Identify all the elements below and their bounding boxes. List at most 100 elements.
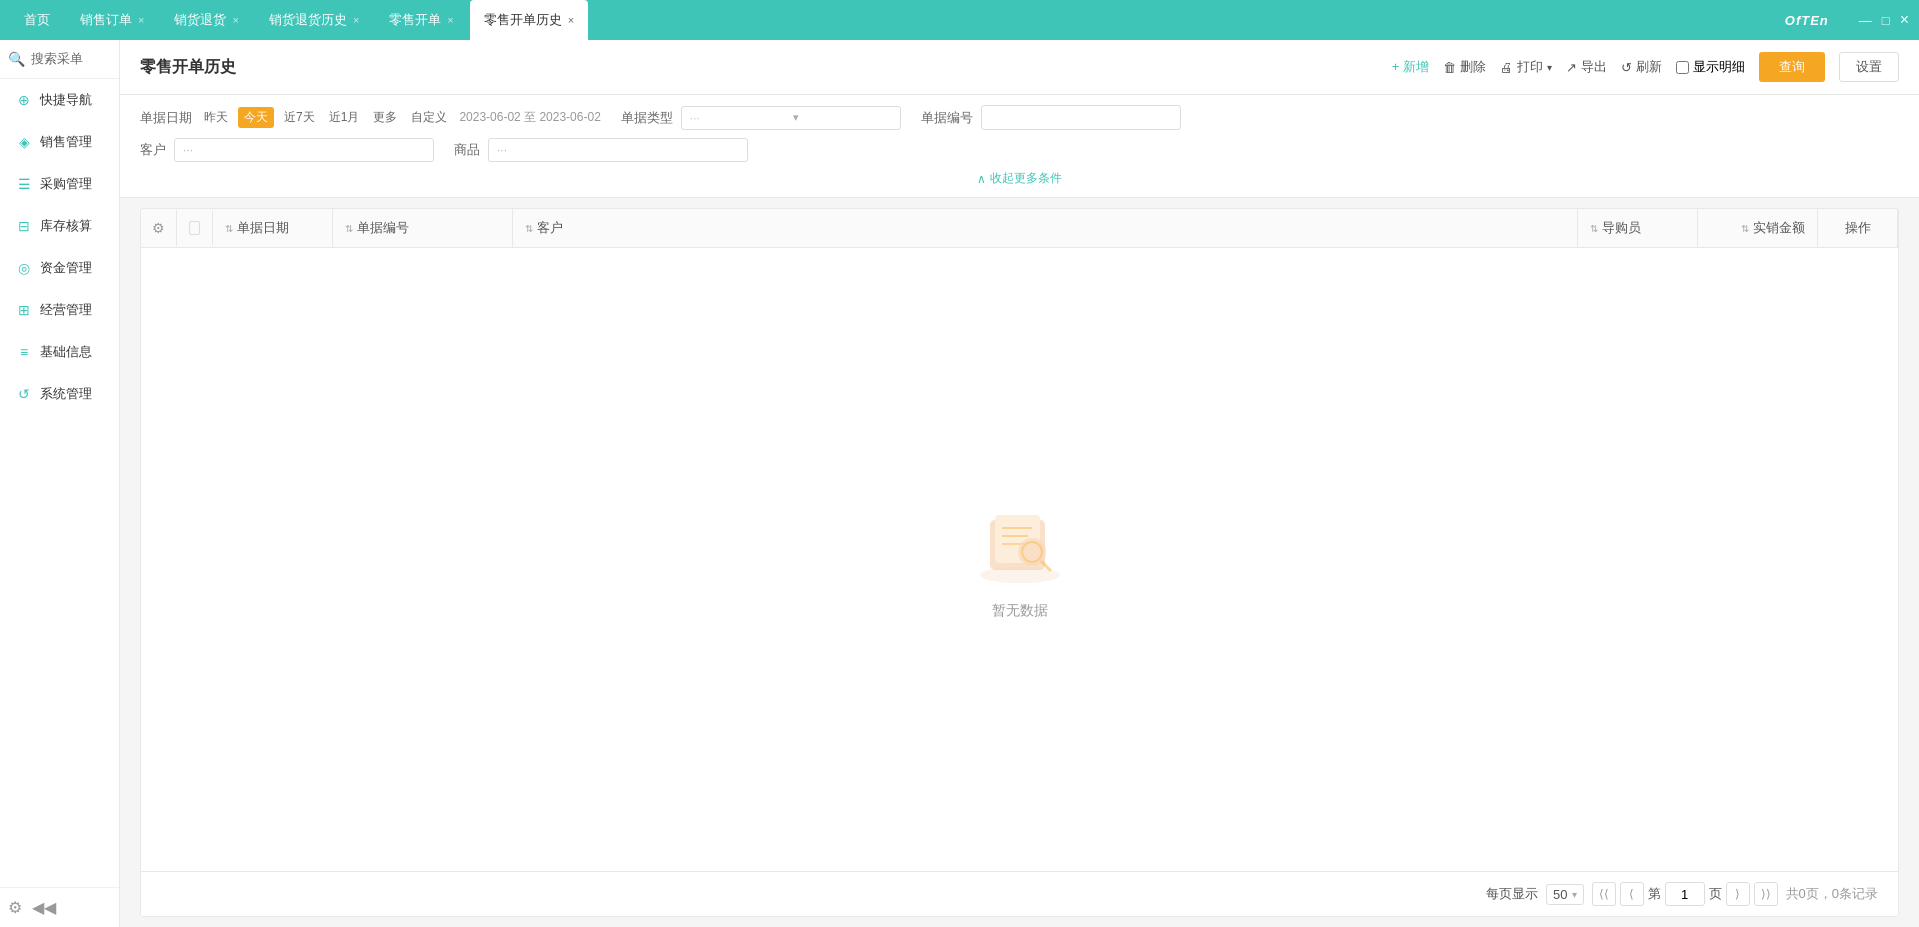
- th-settings[interactable]: ⚙: [141, 210, 177, 246]
- th-amount: ⇅ 实销金额: [1698, 209, 1818, 247]
- tab-sales-return[interactable]: 销货退货 ×: [160, 0, 252, 40]
- brand-label: OfTEn: [1785, 13, 1829, 28]
- sidebar-item-label: 基础信息: [40, 343, 92, 361]
- window-close-btn[interactable]: ×: [1900, 11, 1909, 29]
- home-icon: ⊕: [16, 92, 32, 108]
- tab-retail-open-history[interactable]: 零售开单历史 ×: [470, 0, 588, 40]
- th-checkbox[interactable]: [177, 211, 213, 245]
- delete-icon: 🗑: [1443, 60, 1456, 75]
- display-detail-checkbox[interactable]: [1676, 61, 1689, 74]
- print-button[interactable]: 🖨 打印 ▾: [1500, 58, 1552, 76]
- first-page-btn[interactable]: ⟨⟨: [1592, 882, 1616, 906]
- close-tab-retail-open[interactable]: ×: [447, 14, 453, 26]
- close-tab-sales-return-history[interactable]: ×: [353, 14, 359, 26]
- sidebar-item-stock-calc[interactable]: ⊟ 库存核算: [0, 205, 119, 247]
- sidebar-item-label: 系统管理: [40, 385, 92, 403]
- sidebar-bottom: ⚙ ◀◀: [0, 887, 119, 927]
- sidebar-item-ops-mgmt[interactable]: ⊞ 经营管理: [0, 289, 119, 331]
- sidebar-item-purchase-mgmt[interactable]: ☰ 采购管理: [0, 163, 119, 205]
- goods-input[interactable]: ···: [488, 138, 748, 162]
- display-detail-toggle[interactable]: 显示明细: [1676, 58, 1745, 76]
- date-btn-today[interactable]: 今天: [238, 107, 274, 128]
- sort-date-icon[interactable]: ⇅: [225, 223, 233, 234]
- delete-button[interactable]: 🗑 删除: [1443, 58, 1486, 76]
- last-page-btn[interactable]: ⟩⟩: [1754, 882, 1778, 906]
- close-tab-sales-order[interactable]: ×: [138, 14, 144, 26]
- date-shortcuts: 昨天 今天 近7天 近1月 更多 自定义: [200, 107, 451, 128]
- tab-retail-open[interactable]: 零售开单 ×: [375, 0, 467, 40]
- next-page-btn[interactable]: ⟩: [1726, 882, 1750, 906]
- sidebar: 🔍 搜索采单 ⊕ 快捷导航 ◈ 销售管理 ☰ 采购管理 ⊟ 库存核算 ◎ 资金管…: [0, 40, 120, 927]
- empty-state: 暂无数据: [141, 248, 1898, 871]
- th-date: ⇅ 单据日期: [213, 209, 333, 247]
- customer-label: 客户: [140, 141, 166, 159]
- empty-text: 暂无数据: [992, 602, 1048, 620]
- date-btn-custom[interactable]: 自定义: [407, 108, 451, 127]
- sidebar-item-sys-mgmt[interactable]: ↺ 系统管理: [0, 373, 119, 415]
- search-icon: 🔍: [8, 51, 25, 67]
- tab-home[interactable]: 首页: [10, 0, 64, 40]
- stock-icon: ⊟: [16, 218, 32, 234]
- filter-area: 单据日期 昨天 今天 近7天 近1月 更多 自定义 2023-06-02 至 2…: [120, 95, 1919, 198]
- goods-label: 商品: [454, 141, 480, 159]
- filter-row-1: 单据日期 昨天 今天 近7天 近1月 更多 自定义 2023-06-02 至 2…: [140, 105, 1899, 130]
- tab-sales-return-history[interactable]: 销货退货历史 ×: [255, 0, 373, 40]
- window-min-btn[interactable]: —: [1859, 13, 1872, 28]
- sidebar-settings-btn[interactable]: ⚙: [8, 898, 22, 917]
- sort-amount-icon[interactable]: ⇅: [1741, 223, 1749, 234]
- sidebar-item-base-info[interactable]: ≡ 基础信息: [0, 331, 119, 373]
- sidebar-collapse-btn[interactable]: ◀◀: [32, 898, 56, 917]
- base-icon: ≡: [16, 344, 32, 360]
- date-btn-7days[interactable]: 近7天: [280, 108, 319, 127]
- sidebar-item-label: 库存核算: [40, 217, 92, 235]
- query-button[interactable]: 查询: [1759, 52, 1825, 82]
- prev-page-btn[interactable]: ⟨: [1620, 882, 1644, 906]
- sidebar-item-label: 销售管理: [40, 133, 92, 151]
- order-type-select[interactable]: ··· ▾: [681, 106, 901, 130]
- new-button[interactable]: + 新增: [1392, 58, 1429, 76]
- date-range-display: 2023-06-02 至 2023-06-02: [459, 109, 600, 126]
- sort-guide-icon[interactable]: ⇅: [1590, 223, 1598, 234]
- main-layout: 🔍 搜索采单 ⊕ 快捷导航 ◈ 销售管理 ☰ 采购管理 ⊟ 库存核算 ◎ 资金管…: [0, 40, 1919, 927]
- per-page-select[interactable]: 50 ▾: [1546, 884, 1583, 905]
- sales-icon: ◈: [16, 134, 32, 150]
- content-area: 零售开单历史 + 新增 🗑 删除 🖨 打印 ▾ ↗ 导出: [120, 40, 1919, 927]
- print-icon: 🖨: [1500, 60, 1513, 75]
- select-all-checkbox[interactable]: [189, 221, 200, 235]
- date-btn-more[interactable]: 更多: [369, 108, 401, 127]
- order-no-input[interactable]: [981, 105, 1181, 130]
- sidebar-item-quick-nav[interactable]: ⊕ 快捷导航: [0, 79, 119, 121]
- table-container: ⚙ ⇅ 单据日期 ⇅ 单据编号 ⇅ 客户: [140, 208, 1899, 917]
- refresh-button[interactable]: ↺ 刷新: [1621, 58, 1662, 76]
- export-button[interactable]: ↗ 导出: [1566, 58, 1607, 76]
- chevron-down-icon: ▾: [793, 111, 892, 124]
- sort-customer-icon[interactable]: ⇅: [525, 223, 533, 234]
- date-btn-yesterday[interactable]: 昨天: [200, 108, 232, 127]
- sidebar-item-sales-mgmt[interactable]: ◈ 销售管理: [0, 121, 119, 163]
- table-header: ⚙ ⇅ 单据日期 ⇅ 单据编号 ⇅ 客户: [141, 209, 1898, 248]
- collapse-filter-btn[interactable]: ∧ 收起更多条件: [977, 170, 1062, 187]
- date-btn-1month[interactable]: 近1月: [325, 108, 364, 127]
- sidebar-search[interactable]: 🔍 搜索采单: [0, 40, 119, 79]
- purchase-icon: ☰: [16, 176, 32, 192]
- date-filter-label: 单据日期: [140, 109, 192, 127]
- order-type-label: 单据类型: [621, 109, 673, 127]
- sidebar-item-finance-mgmt[interactable]: ◎ 资金管理: [0, 247, 119, 289]
- filter-customer-item: 客户 ···: [140, 138, 434, 162]
- window-max-btn[interactable]: □: [1882, 13, 1890, 28]
- page-input[interactable]: [1665, 882, 1705, 906]
- close-tab-sales-return[interactable]: ×: [232, 14, 238, 26]
- tab-sales-order[interactable]: 销售订单 ×: [66, 0, 158, 40]
- column-settings-icon[interactable]: ⚙: [152, 220, 165, 236]
- sort-orderno-icon[interactable]: ⇅: [345, 223, 353, 234]
- order-no-label: 单据编号: [921, 109, 973, 127]
- close-tab-retail-open-history[interactable]: ×: [568, 14, 574, 26]
- filter-order-no-item: 单据编号: [921, 105, 1181, 130]
- sidebar-item-label: 资金管理: [40, 259, 92, 277]
- print-chevron-icon: ▾: [1547, 62, 1552, 73]
- per-page-value: 50: [1553, 887, 1567, 902]
- th-action: 操作: [1818, 209, 1898, 247]
- set-button[interactable]: 设置: [1839, 52, 1899, 82]
- ops-icon: ⊞: [16, 302, 32, 318]
- customer-input[interactable]: ···: [174, 138, 434, 162]
